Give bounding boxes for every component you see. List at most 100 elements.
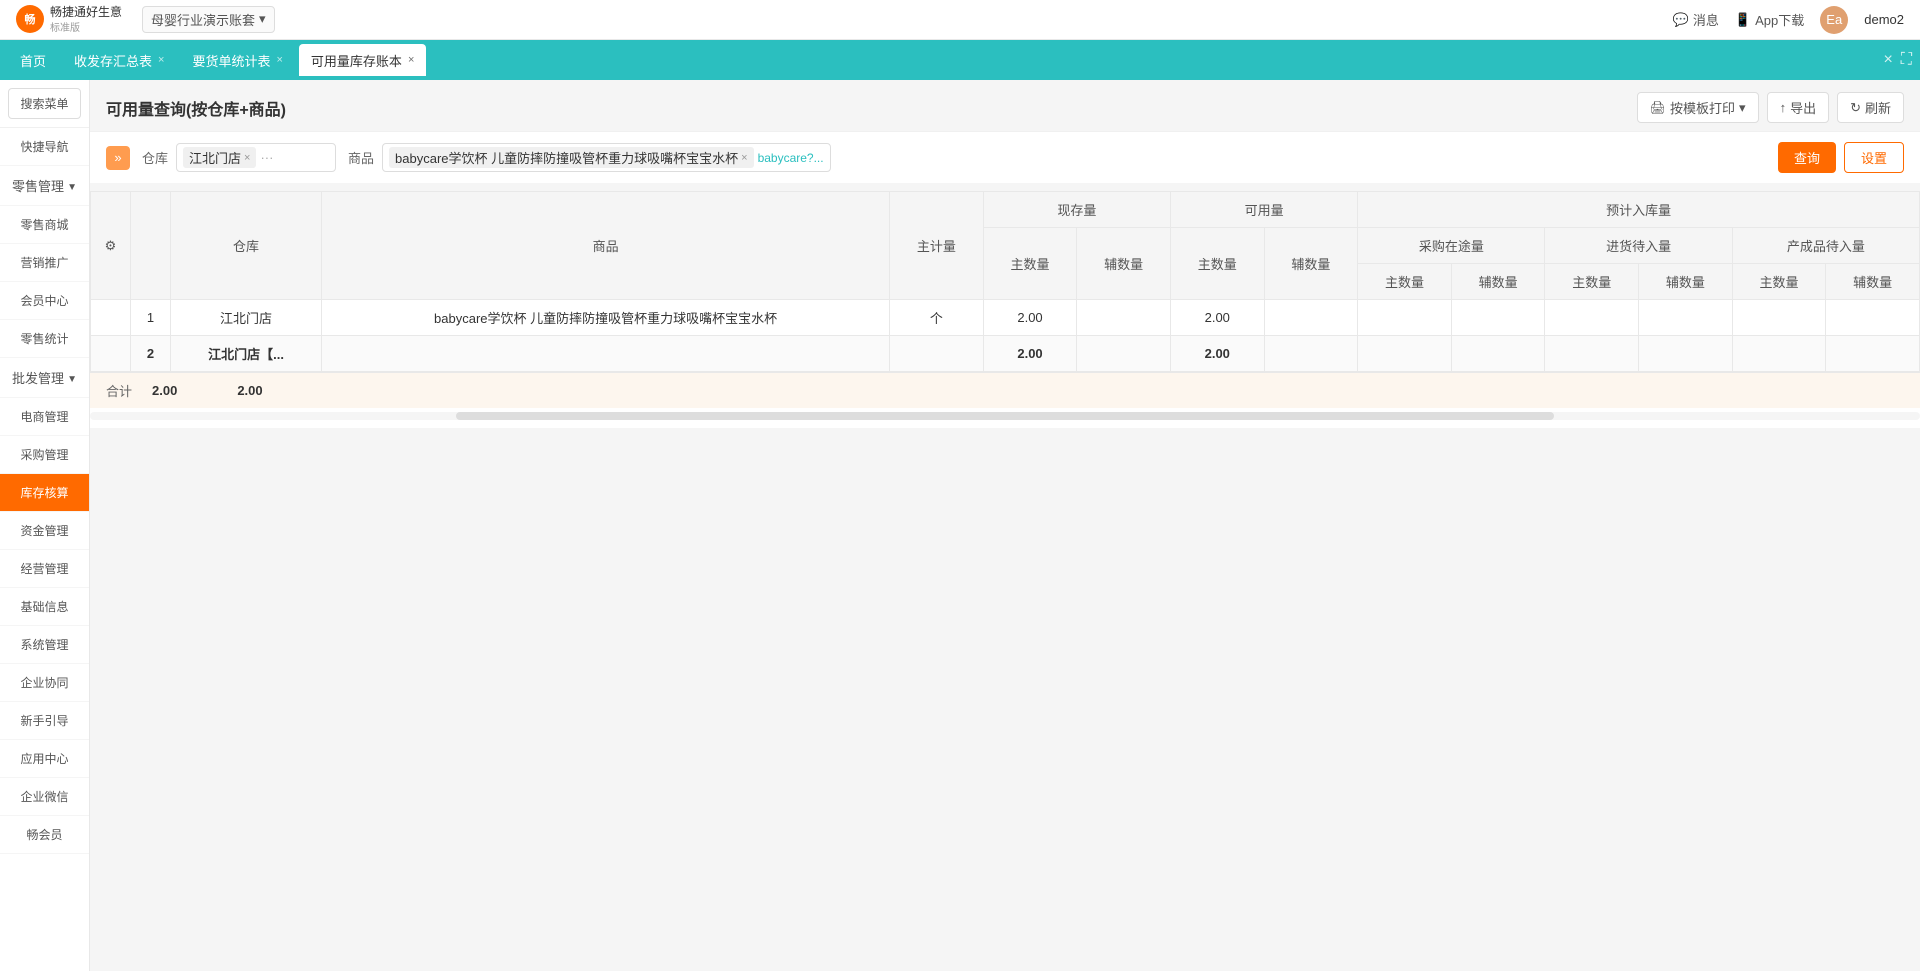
row-2-pur-aux [1451,336,1545,372]
sidebar-item-basic-info[interactable]: 基础信息 [0,588,89,626]
logo-sub: 标准版 [50,19,122,34]
tab-receive-summary[interactable]: 收发存汇总表 × [62,44,176,76]
tab-receive-summary-close[interactable]: × [158,54,164,66]
avatar[interactable]: Ea [1820,6,1848,34]
row-1-pur-main [1358,300,1452,336]
th-row-no [131,192,171,300]
tab-order-stats-close[interactable]: × [276,54,282,66]
row-2-avail-main: 2.00 [1170,336,1264,372]
filter-actions: 查询 设置 [1778,142,1904,173]
product-tag-1-close[interactable]: × [741,152,747,164]
tenant-selector[interactable]: 母婴行业演示账套 ▾ [142,6,275,33]
table-area: ⚙ 仓库 商品 主计量 现存量 可用量 预计入库量 主数量 辅数 [90,191,1920,428]
row-2-prod-aux [1826,336,1920,372]
close-all-tabs-btn[interactable]: × [1883,51,1892,69]
sidebar-item-new-guide[interactable]: 新手引导 [0,702,89,740]
sidebar-item-retail-mall[interactable]: 零售商城 [0,206,89,244]
th-product: 商品 [322,192,890,300]
th-current-main: 主数量 [983,228,1077,300]
th-gear[interactable]: ⚙ [91,192,131,300]
fullscreen-btn[interactable]: ⛶ [1901,51,1912,69]
refresh-btn[interactable]: ↻ 刷新 [1837,92,1904,123]
sidebar-search-area: 搜索菜单 [0,80,89,128]
tab-order-stats-label: 要货单统计表 [192,51,270,70]
filter-bar: » 仓库 江北门店 × ··· 商品 babycare学饮杯 儿童防摔防撞吸管杯… [90,131,1920,183]
th-pur-transit: 采购在途量 [1358,228,1545,264]
th-incoming-aux: 辅数量 [1639,264,1733,300]
content-area: 可用量查询(按仓库+商品) 🖨 按模板打印 ▾ ↑ 导出 ↻ 刷新 [90,80,1920,971]
sidebar-item-enterprise-collab[interactable]: 企业协同 [0,664,89,702]
total-nums: 2.00 2.00 [152,383,263,398]
th-forecast: 预计入库量 [1358,192,1920,228]
filter-expand-btn[interactable]: » [106,146,130,170]
sidebar-item-ecommerce-mgmt[interactable]: 电商管理 [0,398,89,436]
sidebar-item-retail-mgmt[interactable]: 零售管理 [0,166,89,206]
tab-available-stock[interactable]: 可用量库存账本 × [299,44,426,76]
row-2-current-main: 2.00 [983,336,1077,372]
chevron-down-icon [67,370,77,385]
sidebar-item-inventory[interactable]: 库存核算 [0,474,89,512]
row-1-unit: 个 [890,300,984,336]
settings-btn[interactable]: 设置 [1844,142,1904,173]
logo-area: 畅 畅捷通好生意 标准版 [16,5,122,34]
row-1-current-main: 2.00 [983,300,1077,336]
sidebar-item-member-center[interactable]: 会员中心 [0,282,89,320]
total-label: 合计 [106,381,132,400]
row-2-prod-main [1732,336,1826,372]
product-filter-tags[interactable]: babycare学饮杯 儿童防摔防撞吸管杯重力球吸嘴杯宝宝水杯 × babyca… [382,143,831,172]
warehouse-filter-group: 仓库 江北门店 × ··· [142,143,336,172]
sidebar-item-enterprise-wechat[interactable]: 企业微信 [0,778,89,816]
th-incoming: 进货待入量 [1545,228,1732,264]
sidebar-item-marketing[interactable]: 营销推广 [0,244,89,282]
warehouse-filter-tags[interactable]: 江北门店 × ··· [176,143,336,172]
tab-home-label: 首页 [20,51,46,70]
product-label: 商品 [348,148,374,167]
table-row: 1 江北门店 babycare学饮杯 儿童防摔防撞吸管杯重力球吸嘴杯宝宝水杯 个… [91,300,1920,336]
row-2-current-aux [1077,336,1171,372]
app-download-btn[interactable]: 📱 App下载 [1735,10,1804,29]
row-1-pur-aux [1451,300,1545,336]
query-btn[interactable]: 查询 [1778,142,1836,173]
table-scroll[interactable]: ⚙ 仓库 商品 主计量 现存量 可用量 预计入库量 主数量 辅数 [90,191,1920,372]
tab-home[interactable]: 首页 [8,44,58,76]
sidebar-item-finance-mgmt[interactable]: 资金管理 [0,512,89,550]
sidebar-item-quick-nav[interactable]: 快捷导航 [0,128,89,166]
expand-icon: » [114,150,121,165]
row-1-prod-aux [1826,300,1920,336]
app-download-label: App下载 [1755,10,1804,29]
user-name: demo2 [1864,12,1904,27]
export-btn[interactable]: ↑ 导出 [1767,92,1830,123]
warehouse-filter-ellipsis[interactable]: ··· [260,150,273,165]
table-row: 2 江北门店【... 2.00 2.00 [91,336,1920,372]
sidebar-item-sys-mgmt[interactable]: 系统管理 [0,626,89,664]
sidebar-item-wholesale-mgmt[interactable]: 批发管理 [0,358,89,398]
sidebar-item-ops-mgmt[interactable]: 经营管理 [0,550,89,588]
message-icon: 💬 [1673,12,1689,28]
message-btn[interactable]: 💬 消息 [1673,10,1719,29]
export-label: 导出 [1790,98,1816,117]
tab-order-stats[interactable]: 要货单统计表 × [180,44,294,76]
chevron-down-icon [67,178,77,193]
sidebar-item-app-center[interactable]: 应用中心 [0,740,89,778]
sidebar-item-retail-stats[interactable]: 零售统计 [0,320,89,358]
refresh-label: 刷新 [1865,98,1891,117]
table-header-row-1: ⚙ 仓库 商品 主计量 现存量 可用量 预计入库量 [91,192,1920,228]
sidebar-item-purchase-mgmt[interactable]: 采购管理 [0,436,89,474]
message-label: 消息 [1693,10,1719,29]
page-header: 可用量查询(按仓库+商品) 🖨 按模板打印 ▾ ↑ 导出 ↻ 刷新 [90,80,1920,131]
sidebar-item-member-club[interactable]: 畅会员 [0,816,89,854]
search-menu-btn[interactable]: 搜索菜单 [8,88,81,119]
tab-available-stock-close[interactable]: × [408,54,414,66]
th-pur-transit-aux: 辅数量 [1451,264,1545,300]
row-1-prod-main [1732,300,1826,336]
th-incoming-main: 主数量 [1545,264,1639,300]
export-icon: ↑ [1780,100,1787,115]
print-btn[interactable]: 🖨 按模板打印 ▾ [1637,92,1759,123]
warehouse-tag-close[interactable]: × [244,152,250,164]
product-filter-group: 商品 babycare学饮杯 儿童防摔防撞吸管杯重力球吸嘴杯宝宝水杯 × bab… [348,143,831,172]
topbar-left: 畅 畅捷通好生意 标准版 母婴行业演示账套 ▾ [16,5,275,34]
row-1-inc-main [1545,300,1639,336]
th-pur-transit-main: 主数量 [1358,264,1452,300]
tabbar-right: × ⛶ [1883,51,1912,69]
product-tag-more[interactable]: babycare?... [758,151,824,165]
